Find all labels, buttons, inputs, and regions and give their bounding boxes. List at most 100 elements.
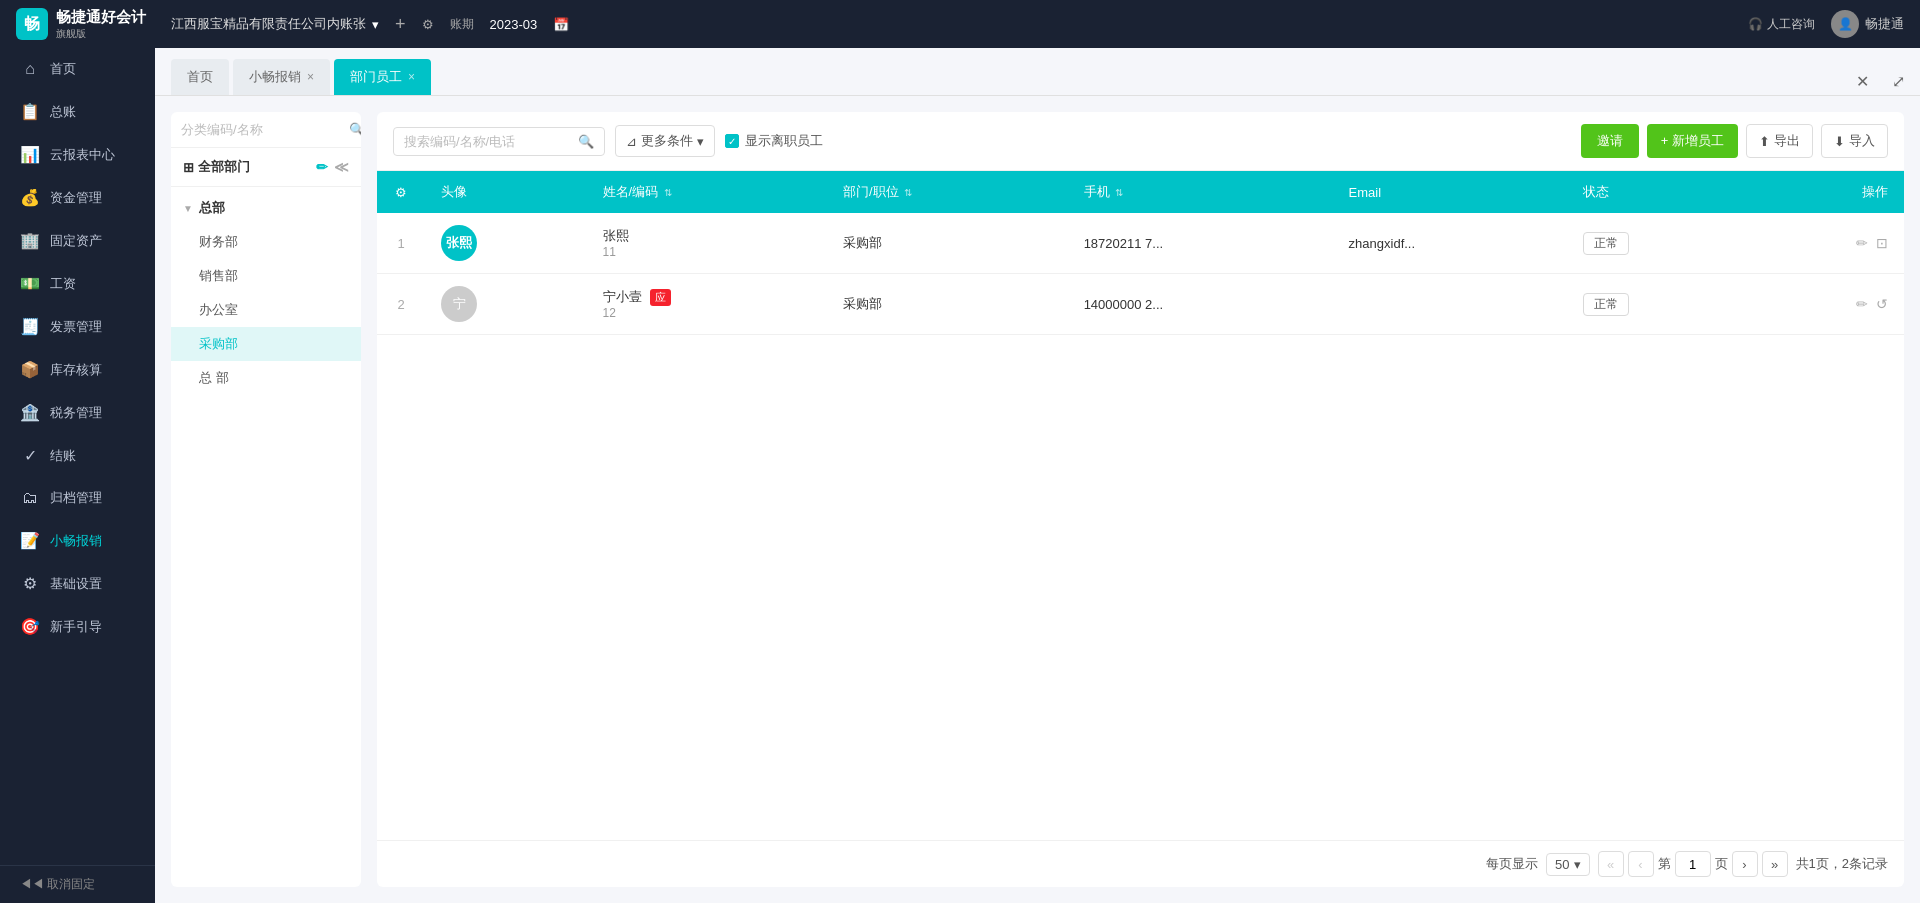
col-phone[interactable]: 手机 ⇅ bbox=[1068, 171, 1333, 213]
invite-button[interactable]: 邀请 bbox=[1581, 124, 1639, 158]
app-logo-icon: 畅 bbox=[16, 8, 48, 40]
sidebar-item-fund-mgmt[interactable]: 💰 资金管理 bbox=[0, 176, 155, 219]
tree-search-bar: 🔍 bbox=[171, 112, 361, 148]
tree-item-label: 办公室 bbox=[199, 301, 238, 319]
show-resigned-checkbox[interactable]: ✓ bbox=[725, 134, 739, 148]
employee-table-container: ⚙ 头像 姓名/编码 ⇅ 部门/职位 ⇅ bbox=[377, 171, 1904, 840]
edit-icon[interactable]: ✏ bbox=[1856, 296, 1868, 312]
tree-item-office-dept[interactable]: 办公室 bbox=[171, 293, 361, 327]
user-area[interactable]: 👤 畅捷通 bbox=[1831, 10, 1904, 38]
next-page-button[interactable]: › bbox=[1732, 851, 1758, 877]
tab-expense[interactable]: 小畅报销 × bbox=[233, 59, 330, 95]
table-row: 2 宁 宁小壹 应 12 bbox=[377, 274, 1904, 335]
edit-icon[interactable]: ✏ bbox=[1856, 235, 1868, 251]
filter-icon: ⊿ bbox=[626, 134, 637, 149]
tree-item-sales-dept[interactable]: 销售部 bbox=[171, 259, 361, 293]
sidebar-item-invoice-mgmt[interactable]: 🧾 发票管理 bbox=[0, 305, 155, 348]
invoice-icon: 🧾 bbox=[20, 317, 40, 336]
tree-search-input[interactable] bbox=[181, 122, 349, 137]
more-filter-button[interactable]: ⊿ 更多条件 ▾ bbox=[615, 125, 715, 157]
sidebar-item-closing[interactable]: ✓ 结账 bbox=[0, 434, 155, 477]
cancel-fixed-button[interactable]: ◀◀ 取消固定 bbox=[0, 865, 155, 903]
per-page-select[interactable]: 50 ▾ bbox=[1546, 853, 1589, 876]
dropdown-icon: ▾ bbox=[372, 17, 379, 32]
sidebar-label-home: 首页 bbox=[50, 60, 76, 78]
employee-search-icon[interactable]: 🔍 bbox=[578, 134, 594, 149]
tab-expense-label: 小畅报销 bbox=[249, 68, 301, 86]
header-middle: + ⚙ 账期 2023-03 📅 bbox=[395, 14, 569, 35]
employee-code: 11 bbox=[603, 245, 812, 259]
col-status: 状态 bbox=[1567, 171, 1752, 213]
sidebar-item-payroll[interactable]: 💵 工资 bbox=[0, 262, 155, 305]
tab-expand-button[interactable]: ⤢ bbox=[1884, 67, 1912, 95]
employee-name: 宁小壹 应 bbox=[603, 288, 812, 306]
import-button[interactable]: ⬇ 导入 bbox=[1821, 124, 1888, 158]
sidebar-label-basic-settings: 基础设置 bbox=[50, 575, 102, 593]
tab-expense-close-icon[interactable]: × bbox=[307, 70, 314, 84]
export-label: 导出 bbox=[1774, 132, 1800, 150]
row-no: 2 bbox=[377, 274, 425, 335]
app-name: 畅捷通好会计 bbox=[56, 8, 146, 27]
consultant-button[interactable]: 🎧 人工咨询 bbox=[1748, 16, 1815, 33]
prev-page-button[interactable]: ‹ bbox=[1628, 851, 1654, 877]
consultant-label: 人工咨询 bbox=[1767, 16, 1815, 33]
sidebar-label-inventory: 库存核算 bbox=[50, 361, 102, 379]
table-row: 1 张熙 张熙 11 采购部 18720211 7... z bbox=[377, 213, 1904, 274]
tree-edit-icon[interactable]: ✏ bbox=[316, 159, 328, 175]
company-selector[interactable]: 江西服宝精品有限责任公司内账张 ▾ bbox=[171, 15, 379, 33]
pagination: « ‹ 第 页 › » bbox=[1598, 851, 1788, 877]
tree-item-finance-dept[interactable]: 财务部 bbox=[171, 225, 361, 259]
show-resigned-label[interactable]: ✓ 显示离职员工 bbox=[725, 132, 823, 150]
col-dept-position[interactable]: 部门/职位 ⇅ bbox=[827, 171, 1068, 213]
delete-icon[interactable]: ↺ bbox=[1876, 296, 1888, 312]
top-header: 畅 畅捷通好会计 旗舰版 江西服宝精品有限责任公司内账张 ▾ + ⚙ 账期 20… bbox=[0, 0, 1920, 48]
tree-item-procurement-dept[interactable]: 采购部 bbox=[171, 327, 361, 361]
sidebar-item-home[interactable]: ⌂ 首页 bbox=[0, 48, 155, 90]
tab-dept-employee-close-icon[interactable]: × bbox=[408, 70, 415, 84]
page-input[interactable] bbox=[1675, 851, 1711, 877]
tab-dept-employee[interactable]: 部门员工 × bbox=[334, 59, 431, 95]
tree-search-icon[interactable]: 🔍 bbox=[349, 122, 361, 137]
tree-root-label[interactable]: 全部部门 bbox=[198, 158, 250, 176]
tree-item-general-dept[interactable]: ▼ 总部 bbox=[171, 191, 361, 225]
inventory-icon: 📦 bbox=[20, 360, 40, 379]
total-records: 共1页，2条记录 bbox=[1796, 855, 1888, 873]
col-name-code[interactable]: 姓名/编码 ⇅ bbox=[587, 171, 828, 213]
fixed-assets-icon: 🏢 bbox=[20, 231, 40, 250]
tree-item-general-dept2[interactable]: 总 部 bbox=[171, 361, 361, 395]
sidebar-label-cloud-reports: 云报表中心 bbox=[50, 146, 115, 164]
first-page-button[interactable]: « bbox=[1598, 851, 1624, 877]
tree-item-label: 销售部 bbox=[199, 267, 238, 285]
name-sort-icon: ⇅ bbox=[664, 187, 672, 198]
tab-close-all-button[interactable]: ✕ bbox=[1848, 67, 1876, 95]
content-area: 首页 小畅报销 × 部门员工 × ✕ ⤢ 🔍 bbox=[155, 48, 1920, 903]
employee-search-input[interactable] bbox=[404, 134, 572, 149]
sidebar-item-beginner-guide[interactable]: 🎯 新手引导 bbox=[0, 605, 155, 648]
last-page-button[interactable]: » bbox=[1762, 851, 1788, 877]
row-name-code: 宁小壹 应 12 bbox=[587, 274, 828, 335]
tab-home[interactable]: 首页 bbox=[171, 59, 229, 95]
add-employee-button[interactable]: + 新增员工 bbox=[1647, 124, 1738, 158]
expense-icon: 📝 bbox=[20, 531, 40, 550]
sidebar-item-fixed-assets[interactable]: 🏢 固定资产 bbox=[0, 219, 155, 262]
sidebar-item-general-ledger[interactable]: 📋 总账 bbox=[0, 90, 155, 133]
calendar-icon[interactable]: 📅 bbox=[553, 17, 569, 32]
sidebar-label-payroll: 工资 bbox=[50, 275, 76, 293]
logout-icon[interactable]: ⊡ bbox=[1876, 235, 1888, 251]
settings-icon[interactable]: ⚙ bbox=[422, 17, 434, 32]
tab-home-label: 首页 bbox=[187, 68, 213, 86]
sidebar-item-basic-settings[interactable]: ⚙ 基础设置 bbox=[0, 562, 155, 605]
sidebar-item-archive-mgmt[interactable]: 🗂 归档管理 bbox=[0, 477, 155, 519]
sidebar-label-invoice-mgmt: 发票管理 bbox=[50, 318, 102, 336]
cloud-reports-icon: 📊 bbox=[20, 145, 40, 164]
add-company-icon[interactable]: + bbox=[395, 14, 406, 35]
sidebar-item-cloud-reports[interactable]: 📊 云报表中心 bbox=[0, 133, 155, 176]
header-right: 🎧 人工咨询 👤 畅捷通 bbox=[1748, 10, 1904, 38]
sidebar-item-inventory[interactable]: 📦 库存核算 bbox=[0, 348, 155, 391]
row-email bbox=[1333, 274, 1567, 335]
sidebar-item-xiaochang-expense[interactable]: 📝 小畅报销 bbox=[0, 519, 155, 562]
export-button[interactable]: ⬆ 导出 bbox=[1746, 124, 1813, 158]
tree-collapse-icon[interactable]: ≪ bbox=[334, 159, 349, 175]
company-name: 江西服宝精品有限责任公司内账张 bbox=[171, 15, 366, 33]
sidebar-item-tax-mgmt[interactable]: 🏦 税务管理 bbox=[0, 391, 155, 434]
